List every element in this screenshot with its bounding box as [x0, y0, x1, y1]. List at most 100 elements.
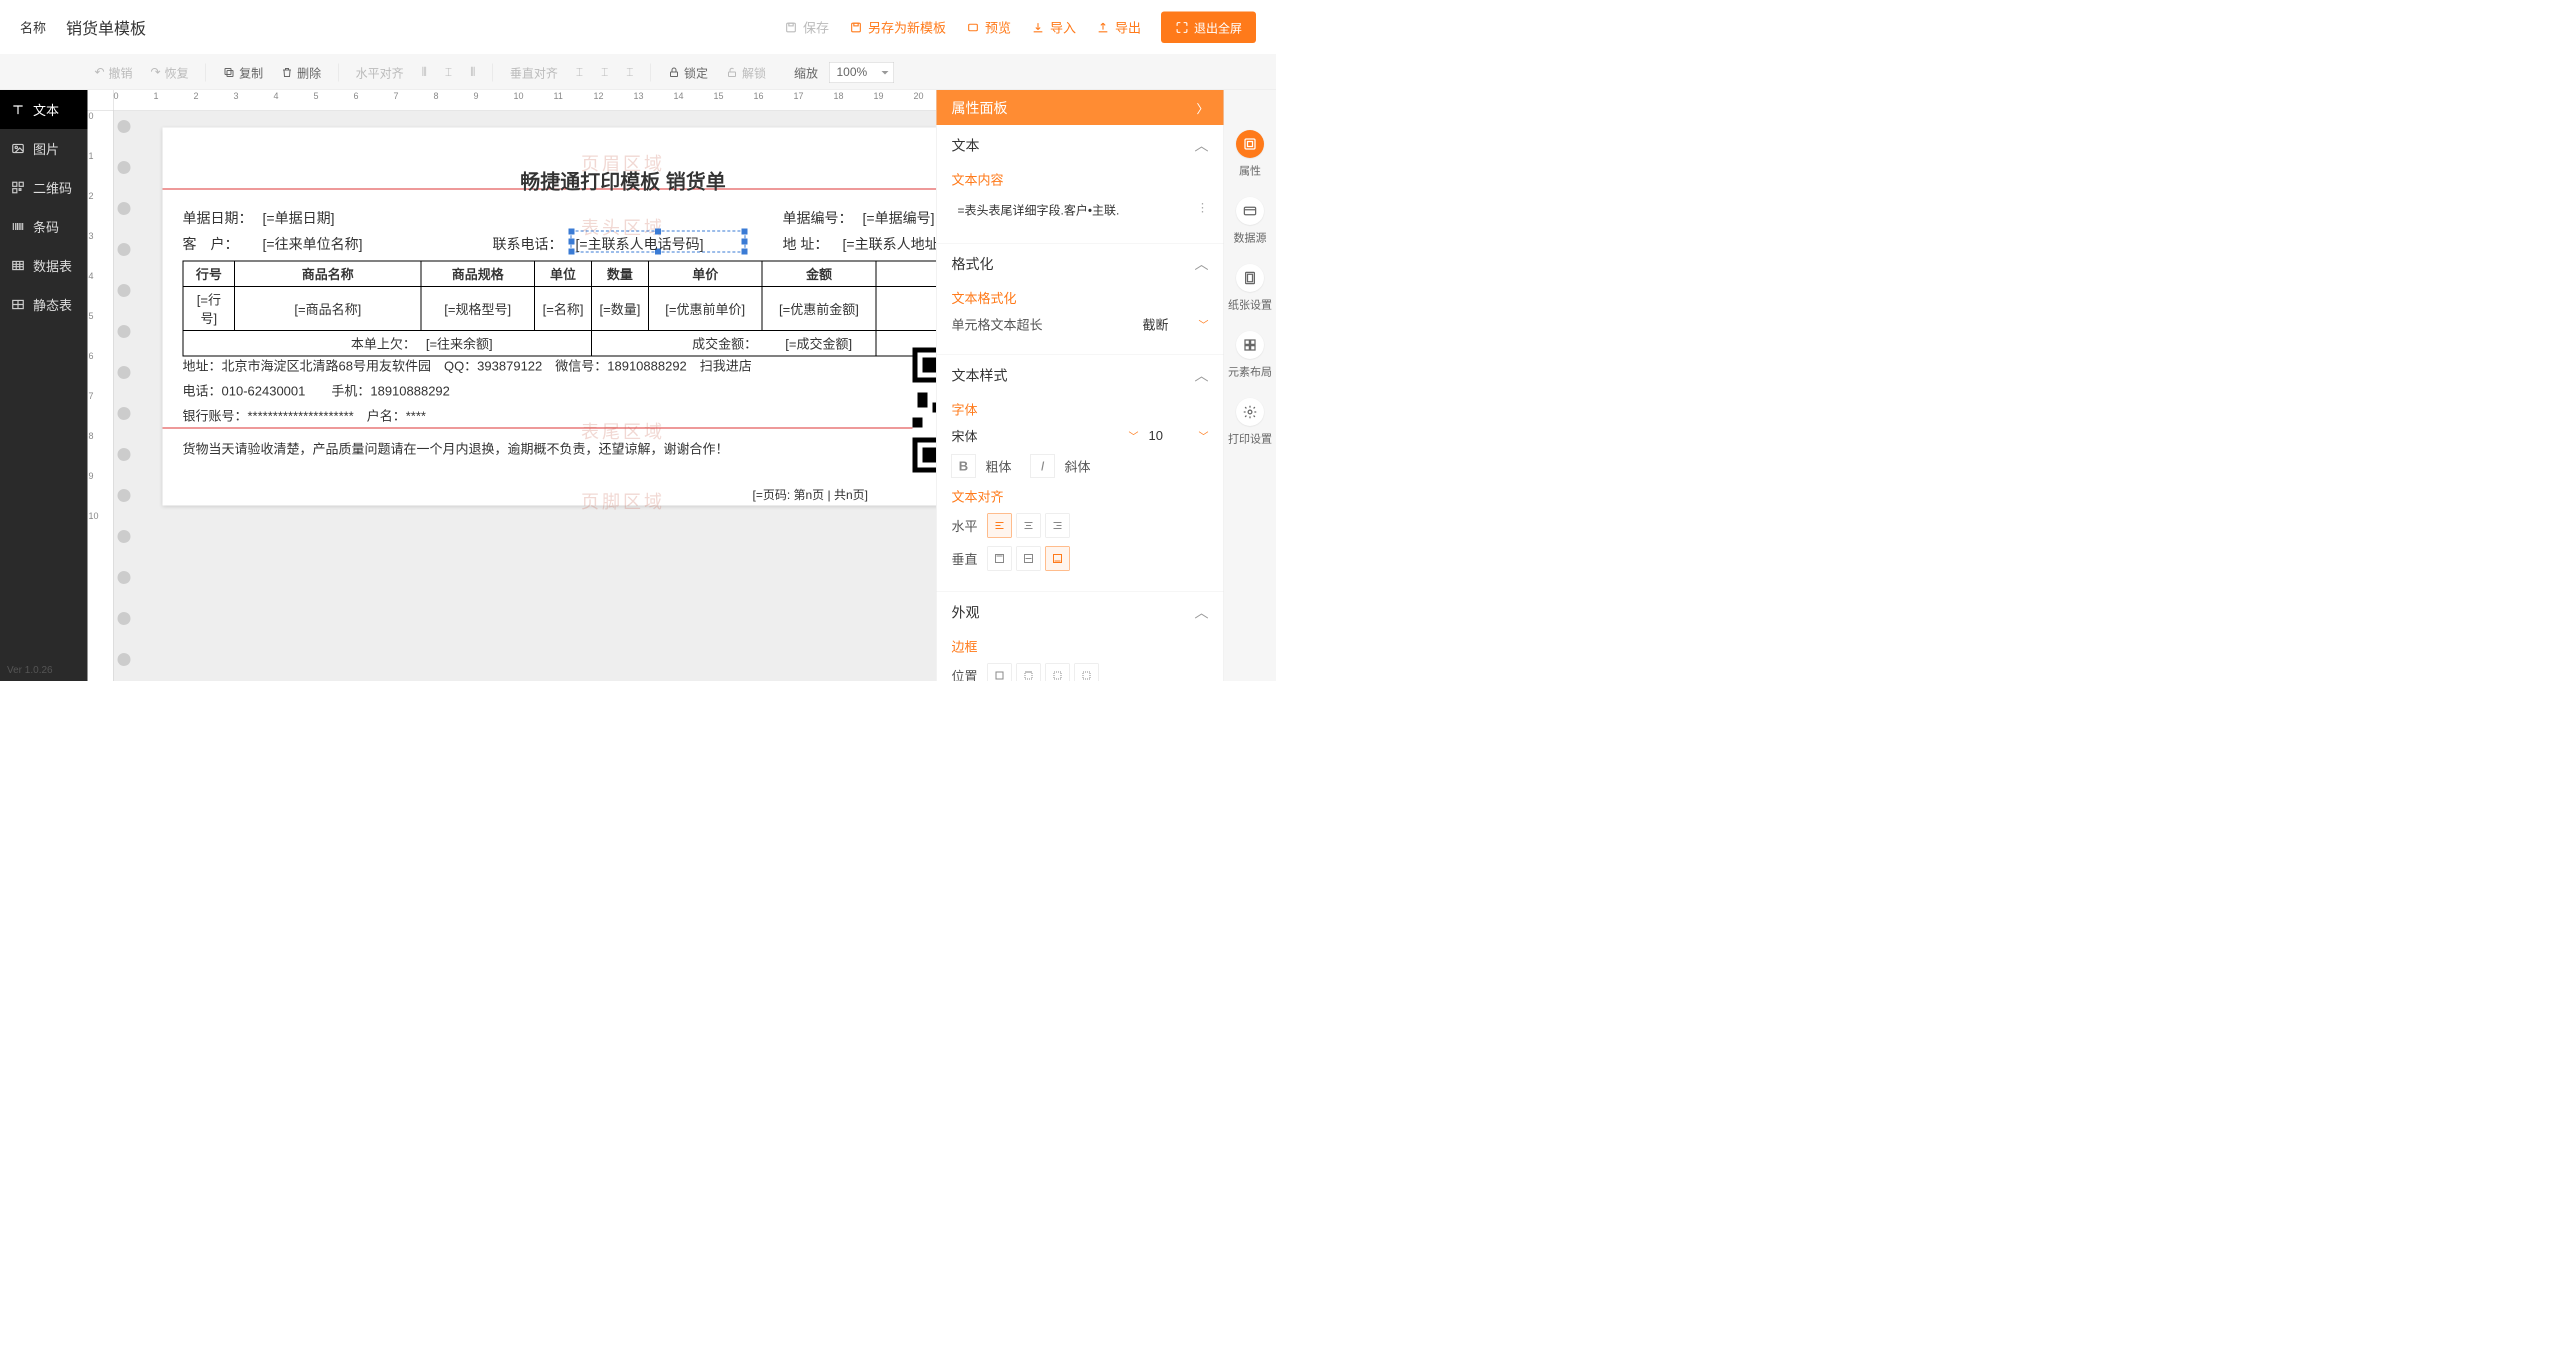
align-middle-button[interactable]: ⌶	[594, 62, 615, 82]
overflow-select[interactable]: 截断﹀	[1142, 315, 1208, 334]
field-addr-label[interactable]: 地 址：	[783, 234, 829, 254]
sidebar-item-datatable[interactable]: 数据表	[0, 246, 88, 285]
rail-tab-paper[interactable]: 纸张设置	[1228, 264, 1272, 312]
border-right-button[interactable]	[1046, 664, 1070, 682]
undo-icon: ↶	[95, 65, 105, 80]
zoom-select[interactable]: 100%	[829, 62, 894, 83]
chevron-up-icon: ︿	[1194, 135, 1208, 155]
properties-icon	[1236, 130, 1264, 158]
text-content-input[interactable]: =表头表尾详细字段.客户•主联.⋮	[952, 197, 1209, 223]
h-align-left-button[interactable]	[988, 514, 1012, 538]
exit-icon	[1175, 20, 1189, 34]
page-canvas[interactable]: 页眉区域 表头区域 表尾区域 页脚区域 畅捷通打印模板 销货单 单据日期： [=…	[163, 128, 937, 506]
ruler-corner	[88, 90, 114, 111]
rail-tab-datasource[interactable]: 数据源	[1233, 197, 1266, 245]
page-code[interactable]: [=页码: 第n页 | 共n页]	[753, 485, 868, 507]
chevron-up-icon: ︿	[1194, 254, 1208, 274]
preview-icon	[966, 20, 980, 34]
rail-tab-print[interactable]: 打印设置	[1228, 398, 1272, 446]
italic-button[interactable]: I	[1031, 454, 1055, 478]
summary-right-label: 成交金额：	[591, 331, 762, 357]
v-align-top-button[interactable]	[988, 547, 1012, 571]
left-sidebar: ＋ 添加 文本 图片 二维码 条码 数据表 静态表 Ver 1.0.26	[0, 55, 88, 681]
footer-line3[interactable]: 银行账号：********************* 户名：****	[183, 405, 426, 428]
field-addr-value[interactable]: [=主联系人地址]	[843, 234, 937, 254]
footer-line4[interactable]: 货物当天请验收清楚，产品质量问题请在一个月内退换，逾期概不负责，还望谅解，谢谢合…	[183, 438, 729, 461]
page-title[interactable]: 畅捷通打印模板 销货单	[520, 166, 726, 195]
lock-button[interactable]: 锁定	[661, 61, 715, 85]
canvas-area[interactable]: 01234567891011121314151617181920212223 0…	[88, 90, 937, 681]
panel-collapse-icon[interactable]: 〉	[1197, 99, 1209, 117]
datatable-icon	[11, 259, 25, 273]
redo-icon: ↷	[151, 65, 161, 80]
align-right-button[interactable]: ⦀	[463, 62, 482, 82]
copy-button[interactable]: 复制	[216, 61, 270, 85]
selected-element[interactable]: [=主联系人电话号码]	[571, 231, 746, 253]
sidebar-item-text[interactable]: 文本	[0, 90, 88, 129]
field-customer-label[interactable]: 客 户：	[183, 234, 239, 254]
unlock-button[interactable]: 解锁	[719, 61, 773, 85]
sidebar-item-statictable[interactable]: 静态表	[0, 285, 88, 324]
preview-button[interactable]: 预览	[966, 18, 1011, 37]
border-bottom-button[interactable]	[1075, 664, 1099, 682]
h-align-center-button[interactable]	[1017, 514, 1041, 538]
align-bottom-button[interactable]: ⌶	[619, 62, 640, 82]
font-size-select[interactable]: 10﹀	[1149, 428, 1209, 444]
align-center-button[interactable]: ⌶	[438, 62, 459, 82]
field-docno-value[interactable]: [=单据编号]	[863, 208, 935, 228]
datasource-icon	[1236, 197, 1264, 225]
horizontal-ruler: 01234567891011121314151617181920212223	[114, 90, 937, 111]
redo-button[interactable]: ↷恢复	[144, 61, 196, 85]
rail-tab-layout[interactable]: 元素布局	[1228, 331, 1272, 379]
overflow-label: 单元格文本超长	[952, 315, 1043, 334]
footer-line1[interactable]: 地址：北京市海淀区北清路68号用友软件园 QQ：393879122 微信号：18…	[183, 355, 752, 378]
undo-button[interactable]: ↶撤销	[88, 61, 140, 85]
properties-panel: 属性面板 〉 文本︿ 文本内容 =表头表尾详细字段.客户•主联.⋮ 格式化︿ 文…	[936, 90, 1224, 681]
top-bar: 名称 销货单模板 保存 另存为新模板 预览 导入 导出 退出全屏	[0, 0, 1276, 55]
field-customer-value[interactable]: [=往来单位名称]	[263, 234, 363, 254]
footer-line2[interactable]: 电话：010-62430001 手机：18910888292	[183, 380, 450, 403]
delete-button[interactable]: 删除	[274, 61, 328, 85]
more-icon[interactable]: ⋮	[1197, 201, 1209, 216]
unlock-icon	[726, 66, 738, 78]
section-style-header[interactable]: 文本样式︿	[937, 355, 1224, 395]
template-name[interactable]: 销货单模板	[66, 16, 146, 39]
section-format-header[interactable]: 格式化︿	[937, 244, 1224, 284]
v-align-label: 垂直	[952, 549, 978, 568]
border-all-button[interactable]	[988, 664, 1012, 682]
field-date-value[interactable]: [=单据日期]	[263, 208, 335, 228]
bold-button[interactable]: B	[952, 454, 976, 478]
section-appearance-header[interactable]: 外观︿	[937, 592, 1224, 632]
export-button[interactable]: 导出	[1096, 18, 1141, 37]
sidebar-item-barcode[interactable]: 条码	[0, 207, 88, 246]
import-button[interactable]: 导入	[1031, 18, 1076, 37]
qr-code[interactable]	[913, 348, 937, 473]
right-rail: 属性 数据源 纸张设置 元素布局 打印设置	[1224, 90, 1277, 681]
v-align-middle-button[interactable]	[1017, 547, 1041, 571]
align-top-button[interactable]: ⌶	[569, 62, 590, 82]
export-icon	[1096, 20, 1110, 34]
lock-icon	[668, 66, 680, 78]
chevron-up-icon: ︿	[1194, 602, 1208, 622]
section-text-header[interactable]: 文本︿	[937, 125, 1224, 165]
field-date-label[interactable]: 单据日期：	[183, 208, 253, 228]
border-top-button[interactable]	[1017, 664, 1041, 682]
summary-left-label: 本单上欠：	[235, 331, 421, 357]
qrcode-icon	[11, 181, 25, 195]
save-as-button[interactable]: 另存为新模板	[849, 18, 946, 37]
font-family-select[interactable]: 宋体﹀	[952, 427, 1139, 446]
field-docno-label[interactable]: 单据编号：	[783, 208, 853, 228]
rail-tab-properties[interactable]: 属性	[1236, 130, 1264, 178]
h-align-right-button[interactable]	[1046, 514, 1070, 538]
field-phone-value[interactable]: [=主联系人电话号码]	[576, 234, 704, 254]
exit-fullscreen-button[interactable]: 退出全屏	[1161, 12, 1256, 44]
sidebar-item-qrcode[interactable]: 二维码	[0, 168, 88, 207]
v-align-bottom-button[interactable]	[1046, 547, 1070, 571]
sidebar-item-image[interactable]: 图片	[0, 129, 88, 168]
save-button[interactable]: 保存	[784, 18, 829, 37]
data-table[interactable]: 行号商品名称商品规格单位数量单价金额备注 [=行号][=商品名称][=规格型号]…	[183, 261, 937, 357]
chevron-down-icon: ﹀	[1129, 429, 1139, 444]
align-left-button[interactable]: ⦀	[415, 62, 434, 82]
field-phone-label[interactable]: 联系电话：	[493, 234, 563, 254]
gear-icon	[1236, 398, 1264, 426]
